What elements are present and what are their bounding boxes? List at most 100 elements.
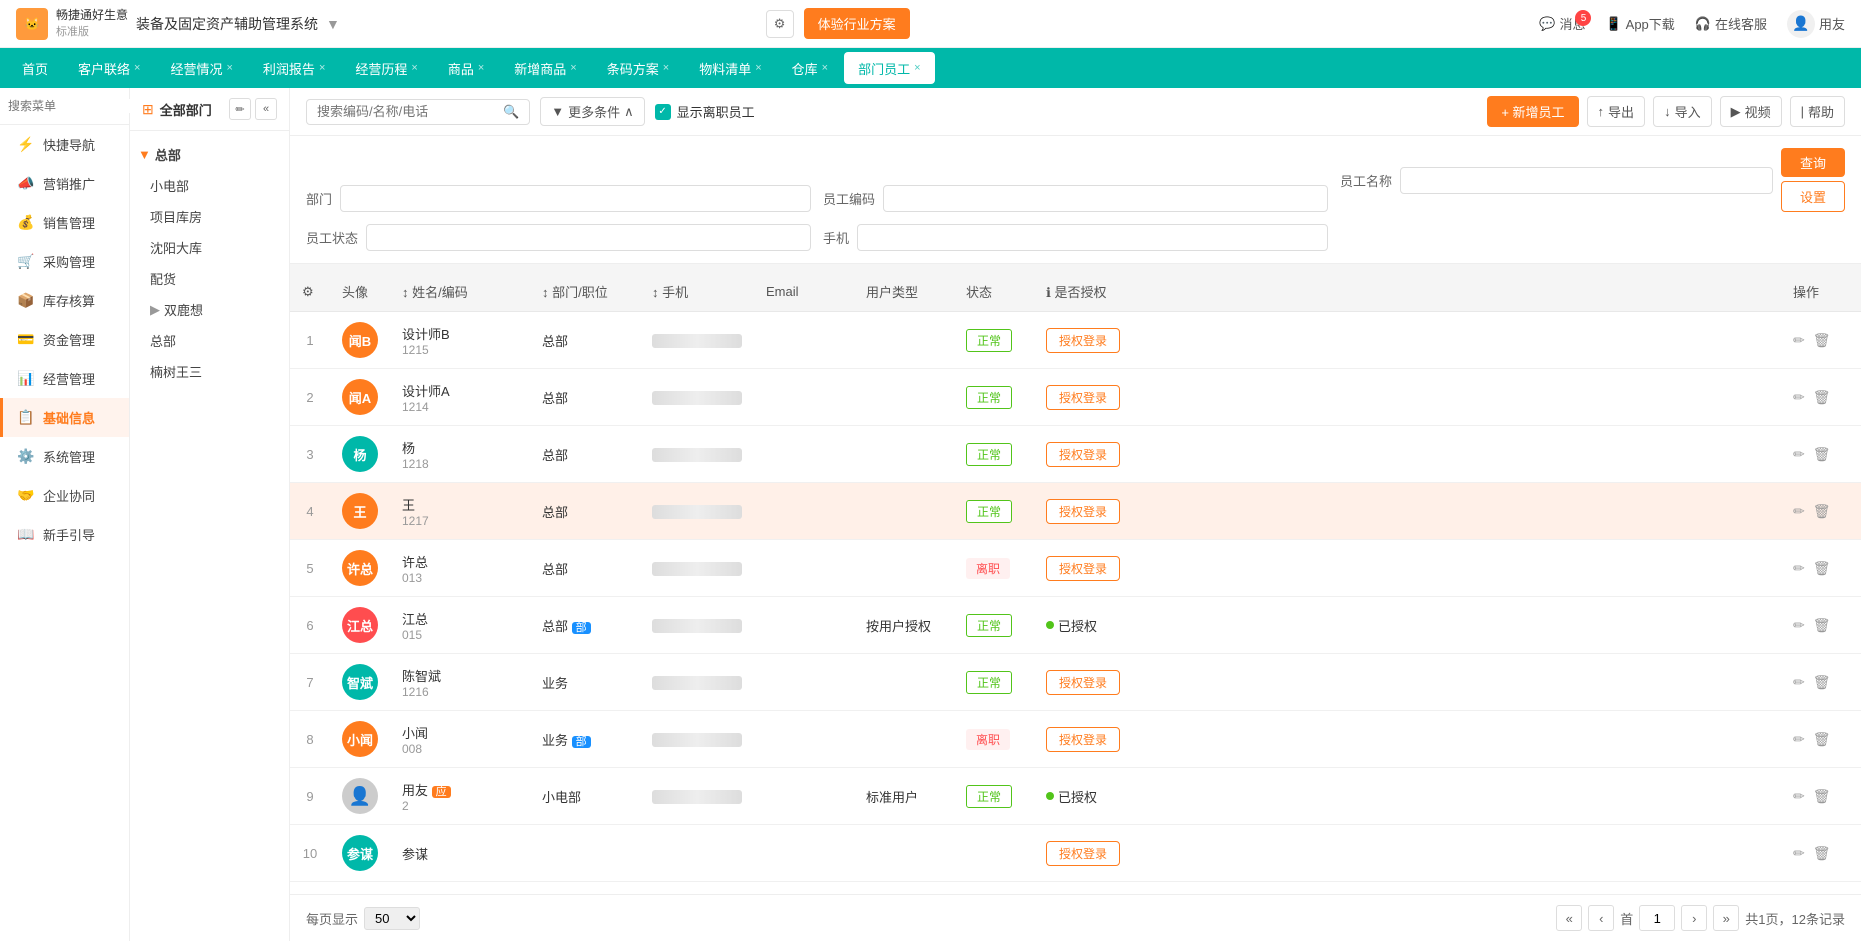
tab-operations[interactable]: 经营情况 × <box>156 52 246 84</box>
close-icon[interactable]: × <box>663 62 669 74</box>
message-button[interactable]: 💬 消息 5 <box>1539 14 1585 33</box>
auth-button[interactable]: 授权登录 <box>1046 841 1120 866</box>
auth-button[interactable]: 授权登录 <box>1046 499 1120 524</box>
dept-edit-button[interactable]: ✏ <box>229 98 251 120</box>
delete-icon[interactable]: 🗑 <box>1813 332 1831 349</box>
sidebar-item-inventory[interactable]: 📦 库存核算 <box>0 281 129 320</box>
delete-icon[interactable]: 🗑 <box>1813 560 1831 577</box>
sidebar-item-sales[interactable]: 💰 销售管理 <box>0 203 129 242</box>
phone-input[interactable] <box>857 224 1328 251</box>
auth-button[interactable]: 授权登录 <box>1046 442 1120 467</box>
close-icon[interactable]: × <box>570 62 576 74</box>
delete-icon[interactable]: 🗑 <box>1813 845 1831 862</box>
page-number-input[interactable] <box>1639 905 1675 931</box>
tab-history[interactable]: 经营历程 × <box>341 52 431 84</box>
tab-bom[interactable]: 物料清单 × <box>685 52 775 84</box>
edit-icon[interactable]: ✏ <box>1793 389 1805 406</box>
edit-icon[interactable]: ✏ <box>1793 731 1805 748</box>
close-icon[interactable]: × <box>134 62 140 74</box>
dept-node-distribution[interactable]: 配货 <box>130 263 289 294</box>
delete-icon[interactable]: 🗑 <box>1813 617 1831 634</box>
edit-icon[interactable]: ✏ <box>1793 560 1805 577</box>
import-button[interactable]: ↓ 导入 <box>1653 96 1712 127</box>
sidebar-item-shortcut[interactable]: ⚡ 快捷导航 <box>0 125 129 164</box>
close-icon[interactable]: × <box>478 62 484 74</box>
col-settings[interactable]: ⚙ <box>290 272 330 312</box>
close-icon[interactable]: × <box>914 62 920 74</box>
delete-icon[interactable]: 🗑 <box>1813 788 1831 805</box>
dept-node-headquarters[interactable]: ▼ 总部 <box>130 139 289 170</box>
sidebar-item-operations[interactable]: 📊 经营管理 <box>0 359 129 398</box>
auth-button[interactable]: 授权登录 <box>1046 727 1120 752</box>
gear-button[interactable]: ⚙ <box>766 10 794 38</box>
app-download-button[interactable]: 📱 App下载 <box>1605 14 1674 33</box>
query-button[interactable]: 查询 <box>1781 148 1845 177</box>
page-size-select[interactable]: 50 100 <box>364 907 420 930</box>
export-button[interactable]: ↑ 导出 <box>1587 96 1646 127</box>
dept-node-shenyang[interactable]: 沈阳大库 <box>130 232 289 263</box>
online-service-button[interactable]: 🎧 在线客服 <box>1695 14 1767 33</box>
edit-icon[interactable]: ✏ <box>1793 845 1805 862</box>
edit-icon[interactable]: ✏ <box>1793 788 1805 805</box>
edit-icon[interactable]: ✏ <box>1793 674 1805 691</box>
col-phone[interactable]: ↕ 手机 <box>640 272 754 312</box>
close-icon[interactable]: × <box>411 62 417 74</box>
emp-name-input[interactable] <box>1400 167 1773 194</box>
tab-customer[interactable]: 客户联络 × <box>64 52 154 84</box>
tab-barcode[interactable]: 条码方案 × <box>593 52 683 84</box>
close-icon[interactable]: × <box>822 62 828 74</box>
edit-icon[interactable]: ✏ <box>1793 503 1805 520</box>
sidebar-item-purchase[interactable]: 🛒 采购管理 <box>0 242 129 281</box>
sidebar-item-system[interactable]: ⚙️ 系统管理 <box>0 437 129 476</box>
dept-node-shuanglu[interactable]: ▶ 双鹿想 <box>130 294 289 325</box>
dept-node-nanshuwang[interactable]: 楠树王三 <box>130 356 289 387</box>
tab-profit[interactable]: 利润报告 × <box>249 52 339 84</box>
tab-employees[interactable]: 部门员工 × <box>844 52 934 84</box>
close-icon[interactable]: × <box>319 62 325 74</box>
tab-new-goods[interactable]: 新增商品 × <box>500 52 590 84</box>
sidebar-item-basic[interactable]: 📋 基础信息 <box>0 398 129 437</box>
auth-button[interactable]: 授权登录 <box>1046 385 1120 410</box>
emp-status-select[interactable] <box>366 224 811 251</box>
add-employee-button[interactable]: + 新增员工 <box>1487 96 1578 127</box>
last-page-button[interactable]: » <box>1713 905 1739 931</box>
close-icon[interactable]: × <box>755 62 761 74</box>
delete-icon[interactable]: 🗑 <box>1813 674 1831 691</box>
dept-collapse-button[interactable]: « <box>255 98 277 120</box>
delete-icon[interactable]: 🗑 <box>1813 389 1831 406</box>
emp-code-input[interactable] <box>883 185 1328 212</box>
trial-button[interactable]: 体验行业方案 <box>804 8 910 39</box>
delete-icon[interactable]: 🗑 <box>1813 503 1831 520</box>
next-page-button[interactable]: › <box>1681 905 1707 931</box>
prev-page-button[interactable]: ‹ <box>1588 905 1614 931</box>
auth-button[interactable]: 授权登录 <box>1046 556 1120 581</box>
edit-icon[interactable]: ✏ <box>1793 617 1805 634</box>
auth-button[interactable]: 授权登录 <box>1046 670 1120 695</box>
edit-icon[interactable]: ✏ <box>1793 332 1805 349</box>
sidebar-item-guide[interactable]: 📖 新手引导 <box>0 515 129 554</box>
sidebar-item-finance[interactable]: 💳 资金管理 <box>0 320 129 359</box>
dept-node-project[interactable]: 项目库房 <box>130 201 289 232</box>
show-resigned-toggle[interactable]: ✓ 显示离职员工 <box>655 102 755 121</box>
more-filter-button[interactable]: ▼ 更多条件 ∧ <box>540 97 644 126</box>
auth-button[interactable]: 授权登录 <box>1046 328 1120 353</box>
dept-select[interactable] <box>340 185 811 212</box>
chevron-down-icon[interactable]: ▼ <box>326 16 340 32</box>
delete-icon[interactable]: 🗑 <box>1813 731 1831 748</box>
close-icon[interactable]: × <box>226 62 232 74</box>
first-page-button[interactable]: « <box>1556 905 1582 931</box>
user-avatar[interactable]: 👤 用友 <box>1787 10 1845 38</box>
delete-icon[interactable]: 🗑 <box>1813 446 1831 463</box>
dept-node-small-elec[interactable]: 小电部 <box>130 170 289 201</box>
edit-icon[interactable]: ✏ <box>1793 446 1805 463</box>
tab-goods[interactable]: 商品 × <box>434 52 498 84</box>
sidebar-item-collab[interactable]: 🤝 企业协同 <box>0 476 129 515</box>
view-button[interactable]: ▶ 视频 <box>1720 96 1782 127</box>
dept-node-zongbu[interactable]: 总部 <box>130 325 289 356</box>
set-button[interactable]: 设置 <box>1781 181 1845 212</box>
tab-home[interactable]: 首页 <box>8 52 62 84</box>
col-name[interactable]: ↕ 姓名/编码 <box>390 272 530 312</box>
sidebar-item-marketing[interactable]: 📣 营销推广 <box>0 164 129 203</box>
col-dept[interactable]: ↕ 部门/职位 <box>530 272 640 312</box>
tab-warehouse[interactable]: 仓库 × <box>778 52 842 84</box>
